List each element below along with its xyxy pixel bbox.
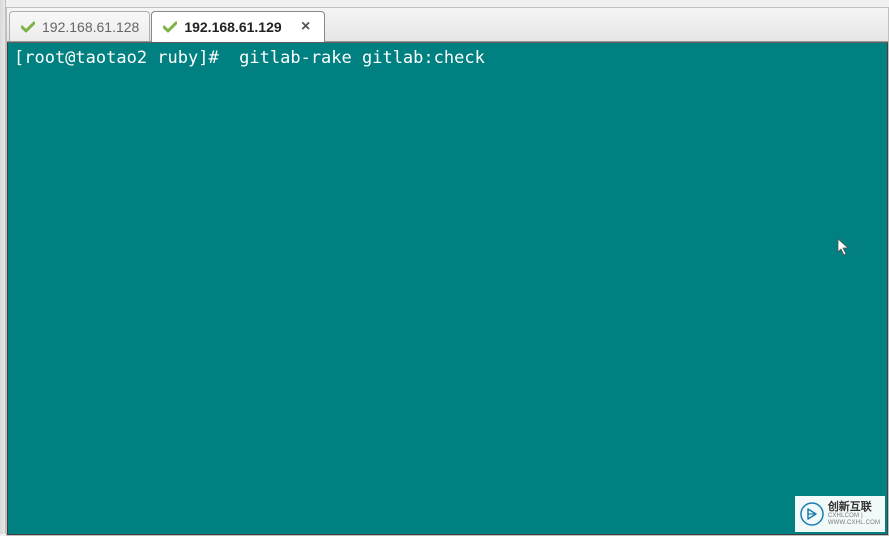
terminal-line: [root@taotao2 ruby]# gitlab-rake gitlab:… [14, 47, 881, 70]
terminal-command: gitlab-rake gitlab:check [229, 48, 485, 68]
tab-active[interactable]: 192.168.61.129 × [151, 11, 324, 42]
terminal-prompt: [root@taotao2 ruby]# [14, 48, 229, 68]
watermark: 创新互联 CXHLCOM | WWW.CXHL.COM [795, 496, 885, 532]
mouse-cursor-icon [837, 238, 851, 263]
check-icon [162, 19, 178, 35]
tab-label: 192.168.61.129 [184, 19, 281, 35]
tab-inactive[interactable]: 192.168.61.128 [9, 11, 150, 41]
check-icon [20, 19, 36, 35]
terminal-window: 192.168.61.128 192.168.61.129 × [root@ta… [6, 7, 889, 536]
tab-label: 192.168.61.128 [42, 19, 139, 35]
watermark-text: 创新互联 CXHLCOM | WWW.CXHL.COM [828, 501, 880, 526]
watermark-logo-icon [800, 502, 824, 526]
tab-bar: 192.168.61.128 192.168.61.129 × [7, 8, 888, 42]
watermark-cn: 创新互联 [828, 501, 880, 513]
watermark-en: CXHLCOM | WWW.CXHL.COM [828, 513, 880, 526]
close-icon[interactable]: × [298, 19, 314, 35]
terminal-area[interactable]: [root@taotao2 ruby]# gitlab-rake gitlab:… [7, 42, 888, 535]
